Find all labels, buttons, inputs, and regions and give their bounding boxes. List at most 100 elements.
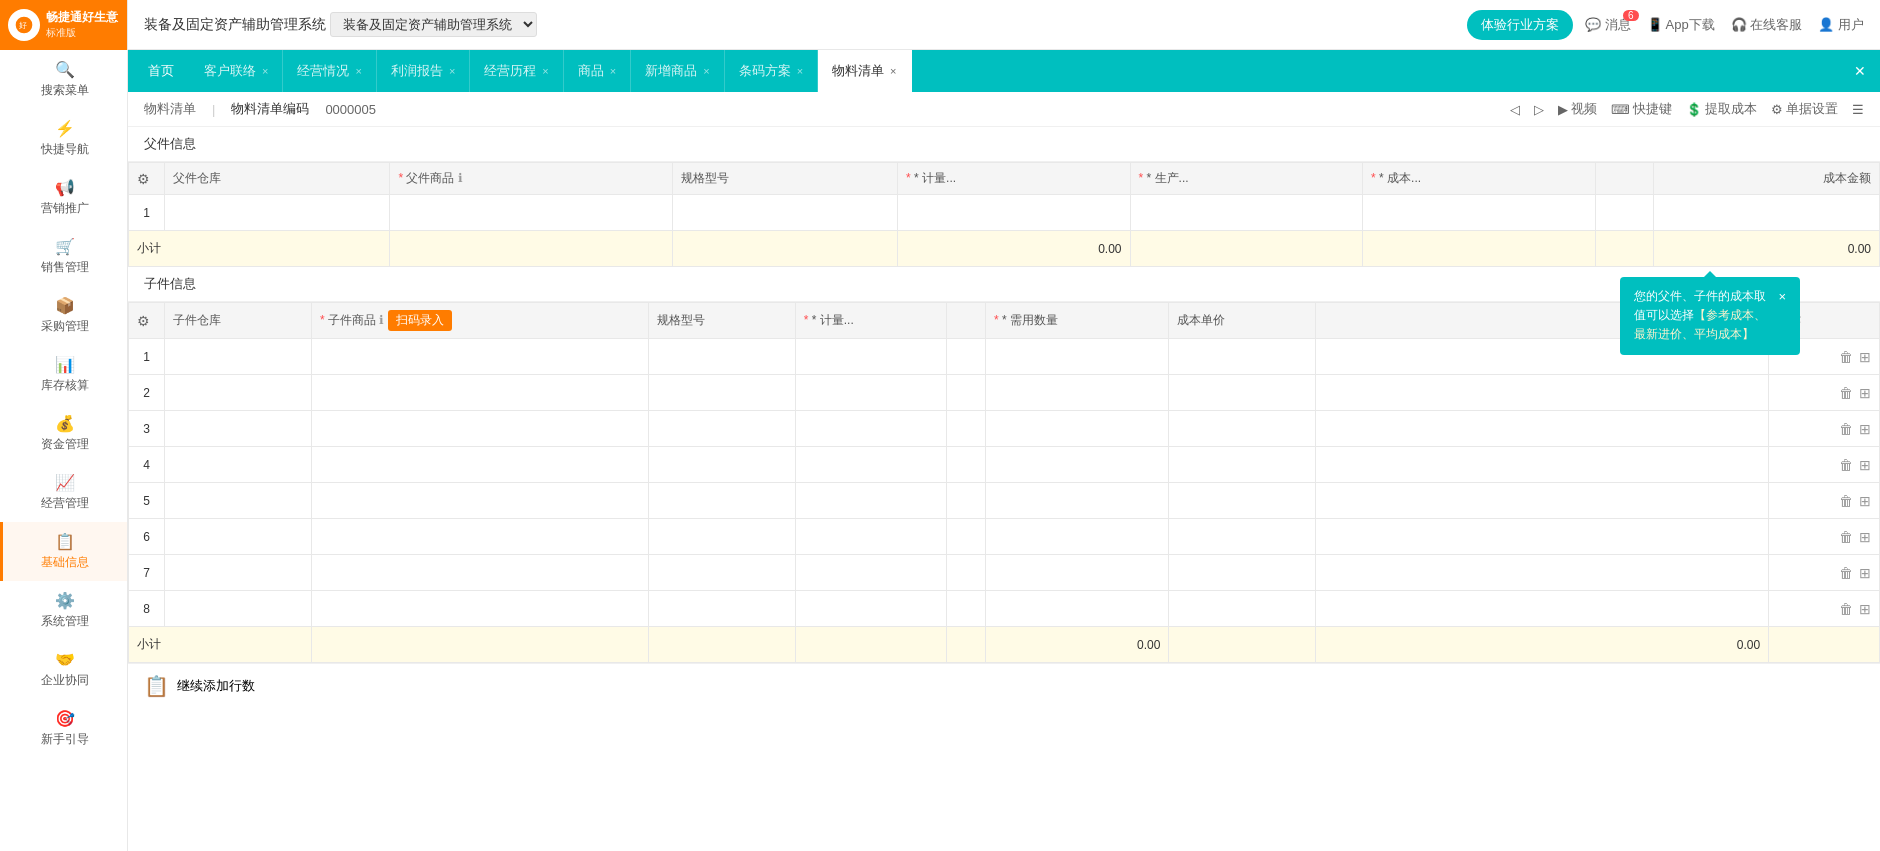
delete-icon-5[interactable]: 🗑 [1839,493,1853,509]
delete-icon-4[interactable]: 🗑 [1839,457,1853,473]
child-cell-need-qty-5[interactable] [985,483,1168,519]
layout-btn[interactable]: ☰ [1852,102,1864,117]
child-gear-icon[interactable]: ⚙ [137,313,150,329]
parent-cell-prod[interactable] [1130,195,1362,231]
child-cell-product-1[interactable] [312,339,649,375]
copy-icon-2[interactable]: ⊞ [1859,385,1871,401]
parent-cell-product[interactable] [390,195,672,231]
sidebar-item-9[interactable]: ⚙️ 系统管理 [0,581,127,640]
user-btn[interactable]: 👤 用户 [1818,16,1864,34]
delete-icon-6[interactable]: 🗑 [1839,529,1853,545]
child-cell-qty-4[interactable] [795,447,947,483]
child-cell-product-7[interactable] [312,555,649,591]
tab-home[interactable]: 首页 [132,50,190,92]
nav-tab-close-6[interactable]: × [797,65,803,77]
nav-tab-close-4[interactable]: × [610,65,616,77]
child-cell-warehouse-6[interactable] [165,519,312,555]
scan-btn[interactable]: 扫码录入 [388,310,452,331]
nav-tab-close-1[interactable]: × [355,65,361,77]
product-info-icon[interactable]: ℹ [458,171,463,185]
nav-tab-close-7[interactable]: × [890,65,896,77]
child-cell-product-5[interactable] [312,483,649,519]
nav-arrow-right[interactable]: ▷ [1534,102,1544,117]
child-cell-spec-2[interactable] [648,375,795,411]
parent-cell-cost[interactable] [1363,195,1595,231]
copy-icon-6[interactable]: ⊞ [1859,529,1871,545]
extract-cost-btn[interactable]: 💲 提取成本 [1686,100,1757,118]
child-cell-spec-6[interactable] [648,519,795,555]
child-cell-qty-1[interactable] [795,339,947,375]
sidebar-item-4[interactable]: 📦 采购管理 [0,286,127,345]
sidebar-item-1[interactable]: ⚡ 快捷导航 [0,109,127,168]
copy-icon-5[interactable]: ⊞ [1859,493,1871,509]
parent-cell-qty[interactable] [898,195,1130,231]
child-cell-cost-unit-7[interactable] [1169,555,1316,591]
delete-icon-7[interactable]: 🗑 [1839,565,1853,581]
add-rows-icon[interactable]: 📋 [144,674,169,698]
sidebar-item-3[interactable]: 🛒 销售管理 [0,227,127,286]
nav-tab-1[interactable]: 经营情况 × [283,50,376,92]
child-cell-spec-3[interactable] [648,411,795,447]
sidebar-item-8[interactable]: 📋 基础信息 [0,522,127,581]
single-settings-btn[interactable]: ⚙ 单据设置 [1771,100,1838,118]
child-cell-need-qty-7[interactable] [985,555,1168,591]
nav-tab-0[interactable]: 客户联络 × [190,50,283,92]
video-btn[interactable]: ▶ 视频 [1558,100,1597,118]
nav-tab-close-5[interactable]: × [703,65,709,77]
child-cell-warehouse-3[interactable] [165,411,312,447]
child-cell-spec-8[interactable] [648,591,795,627]
child-cell-cost-unit-2[interactable] [1169,375,1316,411]
breadcrumb-item-2[interactable]: 物料清单编码 [231,100,309,118]
nav-tab-2[interactable]: 利润报告 × [377,50,470,92]
parent-gear-icon[interactable]: ⚙ [137,171,150,187]
child-cell-need-qty-1[interactable] [985,339,1168,375]
shortcut-btn[interactable]: ⌨ 快捷键 [1611,100,1672,118]
child-cell-qty-7[interactable] [795,555,947,591]
child-cell-qty-5[interactable] [795,483,947,519]
delete-icon-1[interactable]: 🗑 [1839,349,1853,365]
child-cell-cost-unit-5[interactable] [1169,483,1316,519]
copy-icon-7[interactable]: ⊞ [1859,565,1871,581]
child-cell-spec-7[interactable] [648,555,795,591]
child-cell-warehouse-2[interactable] [165,375,312,411]
nav-tab-close-3[interactable]: × [542,65,548,77]
child-cell-spec-4[interactable] [648,447,795,483]
sidebar-item-10[interactable]: 🤝 企业协同 [0,640,127,699]
child-cell-product-6[interactable] [312,519,649,555]
tooltip-close-btn[interactable]: × [1778,287,1786,308]
child-cell-cost-unit-4[interactable] [1169,447,1316,483]
child-cell-need-qty-2[interactable] [985,375,1168,411]
child-cell-qty-6[interactable] [795,519,947,555]
child-cell-warehouse-5[interactable] [165,483,312,519]
child-cell-warehouse-1[interactable] [165,339,312,375]
child-cell-need-qty-6[interactable] [985,519,1168,555]
nav-close-all[interactable]: ✕ [1844,63,1876,79]
delete-icon-3[interactable]: 🗑 [1839,421,1853,437]
child-cell-need-qty-8[interactable] [985,591,1168,627]
sidebar-item-2[interactable]: 📢 营销推广 [0,168,127,227]
copy-icon-4[interactable]: ⊞ [1859,457,1871,473]
child-cell-cost-unit-6[interactable] [1169,519,1316,555]
child-cell-qty-3[interactable] [795,411,947,447]
child-cell-cost-unit-3[interactable] [1169,411,1316,447]
child-cell-need-qty-3[interactable] [985,411,1168,447]
child-cell-cost-unit-1[interactable] [1169,339,1316,375]
child-cell-spec-5[interactable] [648,483,795,519]
child-cell-cost-unit-8[interactable] [1169,591,1316,627]
delete-icon-2[interactable]: 🗑 [1839,385,1853,401]
app-download-btn[interactable]: 📱 App下载 [1647,16,1715,34]
nav-tab-close-0[interactable]: × [262,65,268,77]
nav-tab-6[interactable]: 条码方案 × [725,50,818,92]
sidebar-item-0[interactable]: 🔍 搜索菜单 [0,50,127,109]
messages-btn[interactable]: 💬 消息 6 [1585,16,1631,34]
child-cell-product-4[interactable] [312,447,649,483]
child-cell-warehouse-4[interactable] [165,447,312,483]
child-cell-warehouse-7[interactable] [165,555,312,591]
nav-arrow-left[interactable]: ◁ [1510,102,1520,117]
delete-icon-8[interactable]: 🗑 [1839,601,1853,617]
sidebar-item-7[interactable]: 📈 经营管理 [0,463,127,522]
nav-tab-7[interactable]: 物料清单 × [818,50,911,92]
system-selector[interactable]: 装备及固定资产辅助管理系统 [330,12,537,37]
child-product-info-icon[interactable]: ℹ [379,313,384,327]
parent-cell-warehouse[interactable] [165,195,390,231]
